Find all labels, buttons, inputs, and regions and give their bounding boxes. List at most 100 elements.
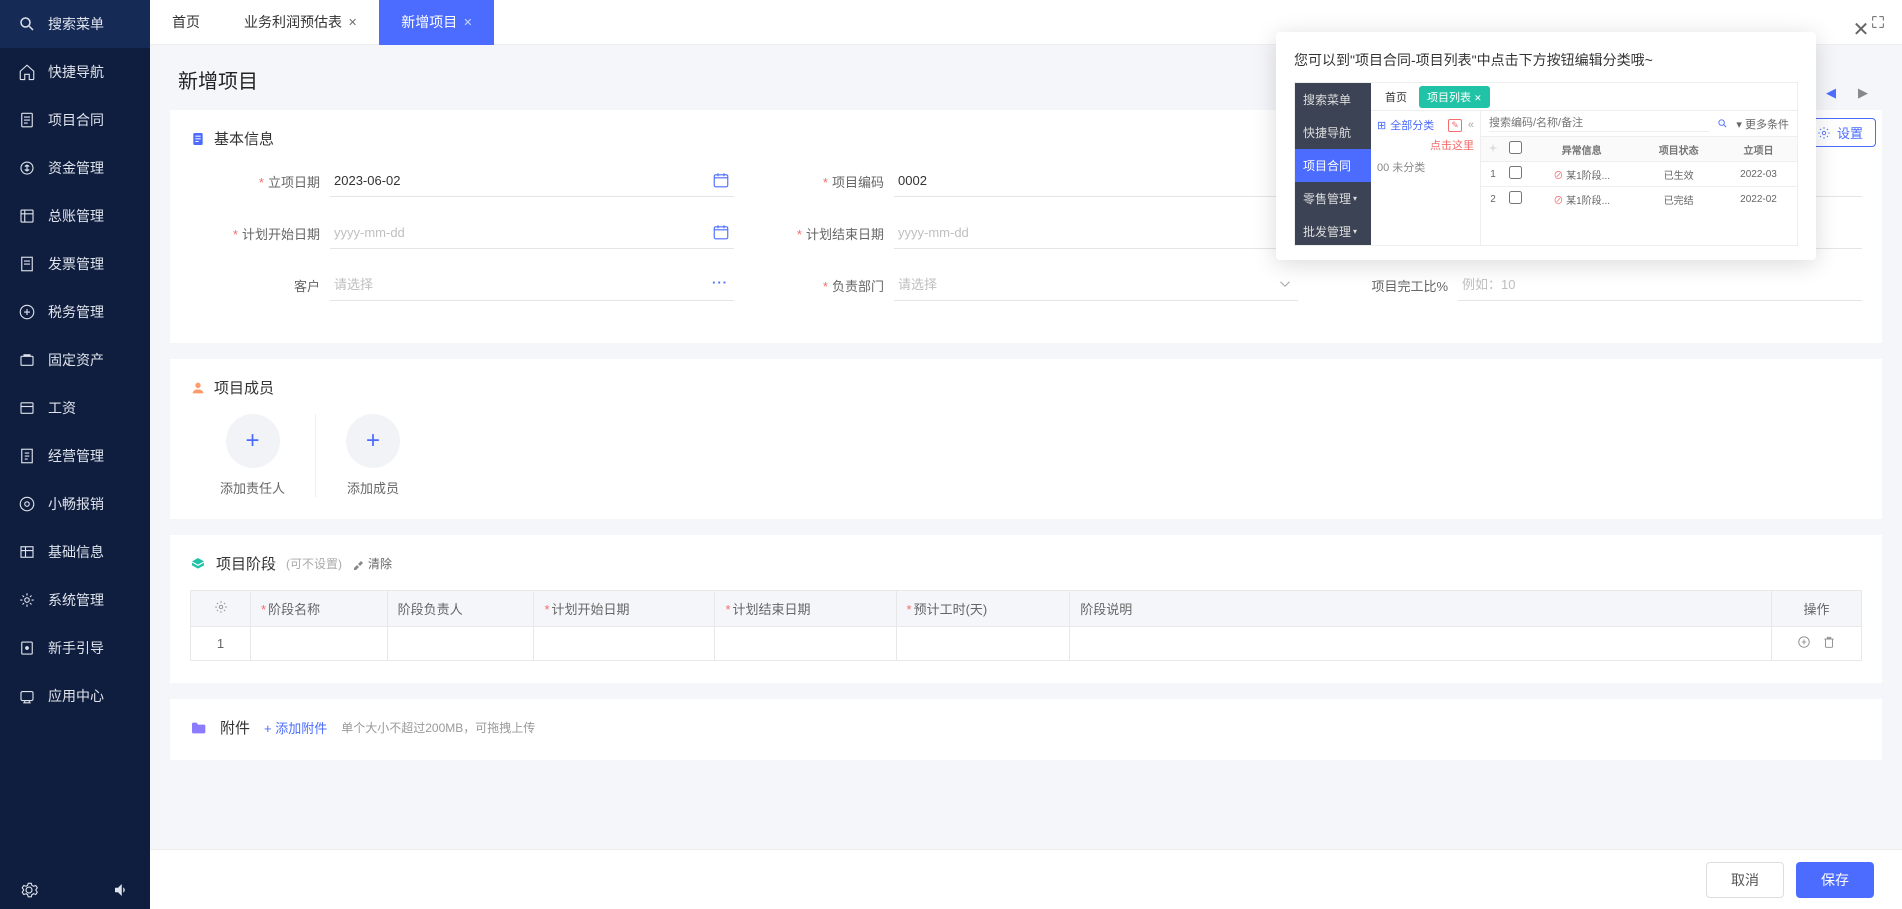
add-attachment-button[interactable]: + 添加附件 (264, 718, 327, 737)
pct-input[interactable] (1458, 269, 1862, 301)
cust-label: 客户 (190, 276, 330, 295)
mini-side-item[interactable]: 项目合同 (1295, 149, 1371, 182)
end-input[interactable] (894, 217, 1298, 249)
mini-col-status: 项目状态 (1637, 137, 1720, 162)
salary-icon (18, 399, 36, 417)
dept-input[interactable] (894, 269, 1298, 301)
gear-col[interactable] (191, 591, 251, 627)
delete-row-icon[interactable] (1822, 635, 1836, 649)
cust-input[interactable] (330, 269, 734, 301)
attach-tip: 单个大小不超过200MB，可拖拽上传 (341, 719, 535, 736)
close-icon[interactable]: ✕ (1846, 14, 1876, 44)
add-row-icon[interactable] (1797, 635, 1811, 649)
sidebar-item-1[interactable]: 快捷导航 (0, 48, 150, 96)
sidebar-item-3[interactable]: 资金管理 (0, 144, 150, 192)
mini-row-check[interactable] (1509, 166, 1522, 179)
base-icon (18, 543, 36, 561)
mini-tab-list[interactable]: 项目列表 ✕ (1419, 86, 1490, 108)
mini-tab-home[interactable]: 首页 (1377, 86, 1415, 108)
add-owner-button[interactable]: + (226, 414, 280, 468)
stage-card: 项目阶段 (可不设置) 清除 阶段名称 阶段负责人 计划开始日期 计划结束日期 … (170, 535, 1882, 683)
lxrq-input[interactable] (330, 165, 734, 197)
table-row[interactable]: 1 (191, 627, 1862, 661)
members-section-title: 项目成员 (214, 377, 274, 398)
system-icon (18, 591, 36, 609)
attach-section-title: 附件 (220, 717, 250, 738)
settings-icon[interactable] (20, 881, 38, 899)
tab-0[interactable]: 首页 (150, 0, 222, 45)
sidebar-item-9[interactable]: 经营管理 (0, 432, 150, 480)
sidebar-item-10[interactable]: 小畅报销 (0, 480, 150, 528)
sidebar-item-11[interactable]: 基础信息 (0, 528, 150, 576)
footer-bar: 取消 保存 (150, 849, 1902, 909)
mini-row-check[interactable] (1509, 191, 1522, 204)
popover-title: 您可以到"项目合同-项目列表"中点击下方按钮编辑分类哦~ (1294, 50, 1798, 70)
search-icon[interactable] (1717, 118, 1728, 129)
sidebar-item-14[interactable]: 应用中心 (0, 672, 150, 720)
biz-icon (18, 447, 36, 465)
xmbm-input[interactable] (894, 165, 1298, 197)
end-label: 计划结束日期 (754, 224, 894, 243)
sidebar-item-4[interactable]: 总账管理 (0, 192, 150, 240)
sidebar-item-7[interactable]: 固定资产 (0, 336, 150, 384)
click-here-hint: 点击这里 (1377, 137, 1474, 153)
contract-icon (18, 111, 36, 129)
col-hours: 预计工时(天) (896, 591, 1070, 627)
folder-icon (190, 720, 206, 736)
col-owner: 阶段负责人 (387, 591, 534, 627)
mini-search-input[interactable] (1489, 115, 1709, 132)
sidebar-item-13[interactable]: 新手引导 (0, 624, 150, 672)
sound-icon[interactable] (112, 881, 130, 899)
calendar-icon[interactable] (712, 223, 730, 241)
col-start: 计划开始日期 (534, 591, 715, 627)
add-member-button[interactable]: + (346, 414, 400, 468)
mini-check-all[interactable] (1509, 141, 1522, 154)
mini-side-item[interactable]: 批发管理 ▾ (1295, 215, 1371, 246)
tab-1[interactable]: 业务利润预估表✕ (222, 0, 379, 45)
home-icon (18, 63, 36, 81)
sidebar-item-5[interactable]: 发票管理 (0, 240, 150, 288)
pct-label: 项目完工比% (1318, 276, 1458, 295)
close-icon[interactable]: ✕ (348, 16, 357, 29)
more-filter[interactable]: ▾ 更多条件 (1736, 116, 1789, 132)
attachment-card: 附件 + 添加附件 单个大小不超过200MB，可拖拽上传 (170, 699, 1882, 760)
guide-icon (18, 639, 36, 657)
mini-table-row[interactable]: 1⊘ 某1阶段...已生效2022-03 (1481, 162, 1797, 187)
mini-category[interactable]: ⊞ 全部分类 ✎ « (1377, 117, 1474, 133)
gear-icon[interactable] (1488, 143, 1498, 153)
sidebar-item-6[interactable]: 税务管理 (0, 288, 150, 336)
close-icon[interactable]: ✕ (463, 16, 472, 29)
more-icon[interactable]: ··· (712, 275, 730, 293)
mini-side-item[interactable]: 搜索菜单 (1295, 83, 1371, 116)
expense-icon (18, 495, 36, 513)
tab-2[interactable]: 新增项目✕ (379, 0, 494, 45)
cancel-button[interactable]: 取消 (1706, 862, 1784, 898)
invoice-icon (18, 255, 36, 273)
gear-icon (1817, 126, 1831, 140)
save-button[interactable]: 保存 (1796, 862, 1874, 898)
mini-col-err: 异常信息 (1526, 137, 1637, 162)
pager-next-icon[interactable]: ▶ (1850, 80, 1876, 106)
basic-section-title: 基本信息 (214, 128, 274, 149)
fund-icon (18, 159, 36, 177)
col-end: 计划结束日期 (715, 591, 896, 627)
mini-table-row[interactable]: 2⊘ 某1阶段...已完结2022-02 (1481, 187, 1797, 212)
pager-prev-icon[interactable]: ◀ (1818, 80, 1844, 106)
sidebar-item-0[interactable]: 搜索菜单 (0, 0, 150, 48)
sidebar-item-8[interactable]: 工资 (0, 384, 150, 432)
col-name: 阶段名称 (251, 591, 388, 627)
start-input[interactable] (330, 217, 734, 249)
mini-side-item[interactable]: 零售管理 ▾ (1295, 182, 1371, 215)
mini-side-item[interactable]: 快捷导航 (1295, 116, 1371, 149)
search-icon (18, 15, 36, 33)
mini-uncategorized[interactable]: 00 未分类 (1377, 159, 1474, 175)
sidebar-item-2[interactable]: 项目合同 (0, 96, 150, 144)
chevron-down-icon[interactable] (1276, 275, 1294, 293)
stage-clear-button[interactable]: 清除 (352, 555, 392, 572)
dept-label: 负责部门 (754, 276, 894, 295)
calendar-icon[interactable] (712, 171, 730, 189)
edit-category-icon[interactable]: ✎ (1448, 119, 1462, 132)
col-ops: 操作 (1772, 591, 1862, 627)
sidebar-item-12[interactable]: 系统管理 (0, 576, 150, 624)
mini-table: 异常信息 项目状态 立项日 1⊘ 某1阶段...已生效2022-032⊘ 某1阶… (1481, 136, 1797, 211)
